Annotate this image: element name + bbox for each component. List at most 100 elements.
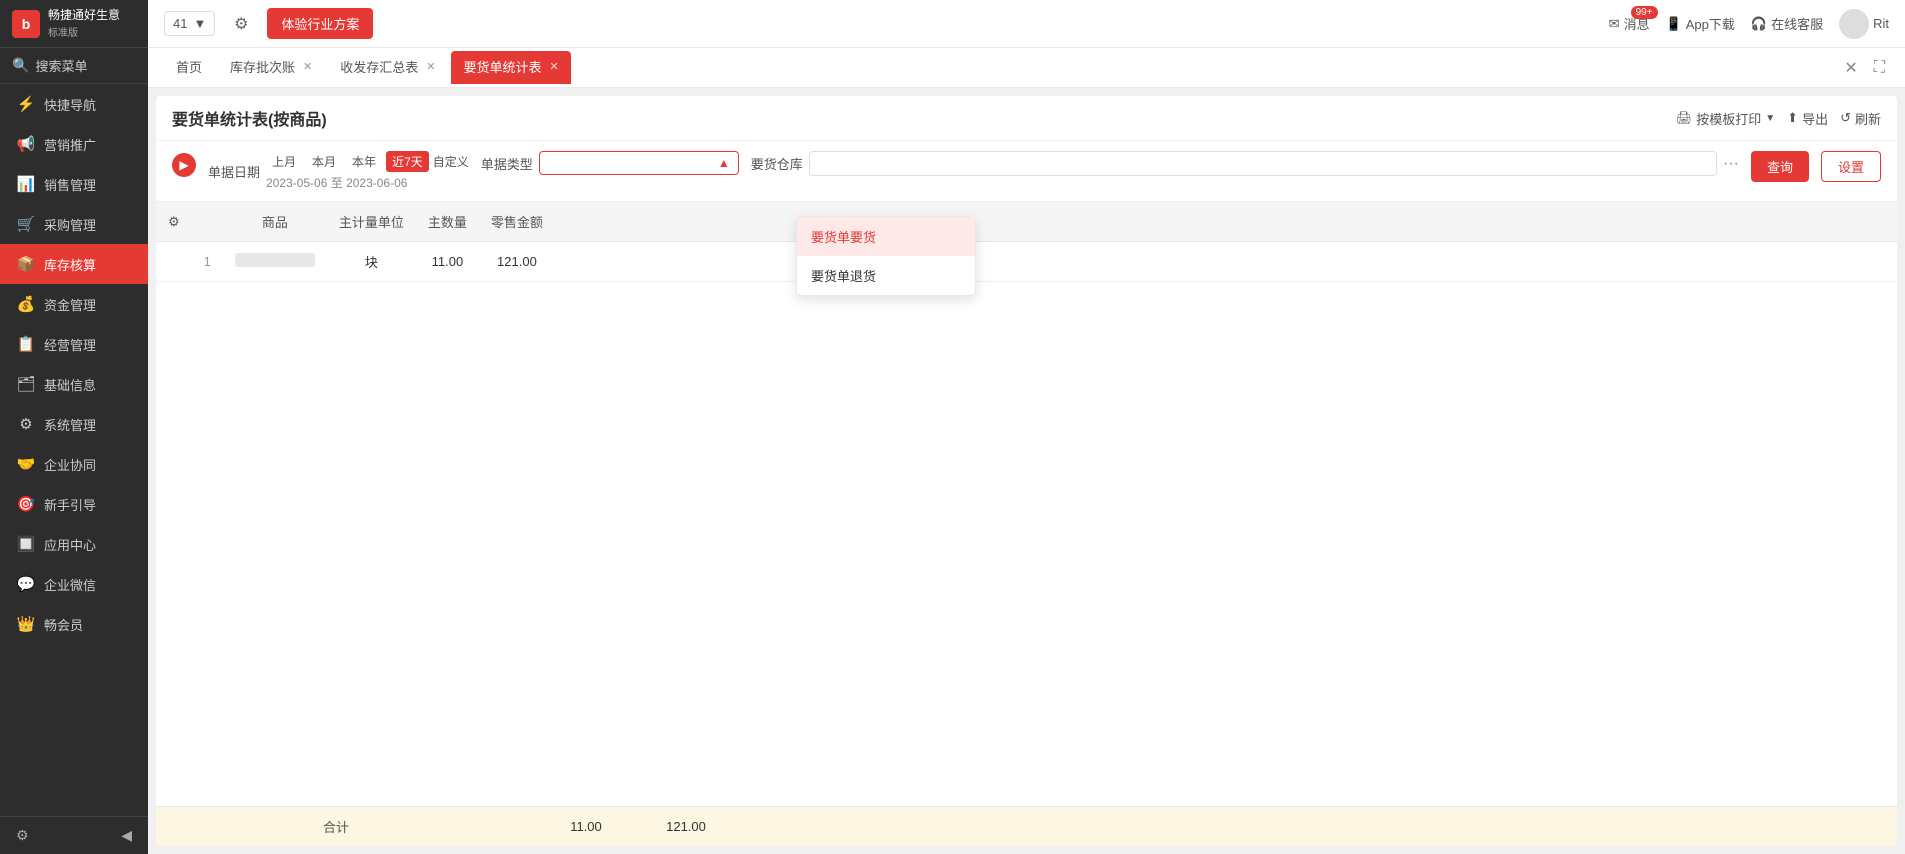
sidebar-item-quick-nav[interactable]: ⚡ 快捷导航 xyxy=(0,84,148,124)
tab-inventory-batch-label: 库存批次账 xyxy=(230,57,295,76)
header-gear-button[interactable]: ⚙ xyxy=(227,10,255,38)
print-button[interactable]: 🖨 按模板打印 ▼ xyxy=(1676,109,1775,128)
last-month-btn[interactable]: 上月 xyxy=(266,151,302,172)
expand-icon: ▶ xyxy=(179,158,188,172)
cell-rownum: 1 xyxy=(192,242,223,282)
collapse-icon[interactable]: ◀ xyxy=(121,827,132,844)
footer-amount: 121.00 xyxy=(636,819,736,834)
top-header: 41 ▼ ⚙ 体验行业方案 ✉ 消息 99+ 📱 App下载 🎧 在线客服 R xyxy=(148,0,1905,48)
sidebar-label: 库存核算 xyxy=(44,255,96,274)
app-download-label: App下载 xyxy=(1686,14,1735,33)
refresh-label: 刷新 xyxy=(1855,109,1881,128)
tab-inventory-batch-close[interactable]: ✕ xyxy=(303,60,312,73)
search-menu[interactable]: 🔍 搜索菜单 xyxy=(0,48,148,84)
col-extra xyxy=(555,202,1897,242)
type-select[interactable]: ▲ xyxy=(539,151,739,175)
refresh-button[interactable]: ↺ 刷新 xyxy=(1840,109,1881,128)
trial-button[interactable]: 体验行业方案 xyxy=(267,8,373,39)
sidebar-label: 采购管理 xyxy=(44,215,96,234)
sidebar-label: 新手引导 xyxy=(44,495,96,514)
date-group: 上月 本月 本年 近7天 自定义 2023-05-06 至 2023-06-06 xyxy=(266,151,469,191)
filter-more-button[interactable]: ··· xyxy=(1723,155,1739,173)
date-filter-label: 单据日期 xyxy=(208,162,260,181)
sidebar-item-marketing[interactable]: 📢 营销推广 xyxy=(0,124,148,164)
tab-order-stats[interactable]: 要货单统计表 ✕ xyxy=(451,51,570,84)
sidebar-item-app-center[interactable]: 🔲 应用中心 xyxy=(0,524,148,564)
user-name: Rit xyxy=(1873,16,1889,31)
avatar xyxy=(1839,9,1869,39)
online-service-button[interactable]: 🎧 在线客服 xyxy=(1751,14,1823,33)
tab-order-stats-close[interactable]: ✕ xyxy=(550,60,559,73)
settings-button[interactable]: 设置 xyxy=(1821,151,1881,182)
table-footer: 合计 11.00 121.00 xyxy=(156,806,1897,846)
page-actions: 🖨 按模板打印 ▼ ⬆ 导出 ↺ 刷新 xyxy=(1676,109,1881,128)
data-table-wrap: ⚙ 商品 主计量单位 主数量 零售金额 1 xyxy=(156,202,1897,806)
export-button[interactable]: ⬆ 导出 xyxy=(1787,109,1828,128)
sidebar-item-purchase[interactable]: 🛒 采购管理 xyxy=(0,204,148,244)
sidebar-item-guide[interactable]: 🎯 新手引导 xyxy=(0,484,148,524)
this-year-btn[interactable]: 本年 xyxy=(346,151,382,172)
tab-maximize-btn[interactable]: ⛶ xyxy=(1870,57,1889,79)
print-chevron-icon: ▼ xyxy=(1765,113,1775,124)
sidebar-label: 资金管理 xyxy=(44,295,96,314)
query-button[interactable]: 查询 xyxy=(1751,151,1809,182)
sidebar-item-finance[interactable]: 💰 资金管理 xyxy=(0,284,148,324)
settings-icon[interactable]: ⚙ xyxy=(16,827,29,844)
col-rownum xyxy=(192,202,223,242)
tab-inventory-batch[interactable]: 库存批次账 ✕ xyxy=(218,51,324,84)
search-menu-label: 搜索菜单 xyxy=(35,56,87,75)
dropdown-item-order-return[interactable]: 要货单退货 xyxy=(797,256,975,295)
sidebar-item-sales[interactable]: 📊 销售管理 xyxy=(0,164,148,204)
sidebar-label: 营销推广 xyxy=(44,135,96,154)
basic-icon: 🗂 xyxy=(16,374,36,394)
cell-extra xyxy=(555,242,1897,282)
refresh-icon: ↺ xyxy=(1840,110,1851,126)
footer-quantity: 11.00 xyxy=(536,819,636,834)
tab-home[interactable]: 首页 xyxy=(164,51,214,84)
this-month-btn[interactable]: 本月 xyxy=(306,151,342,172)
last-7-days-btn[interactable]: 近7天 xyxy=(386,151,429,172)
sidebar-item-member[interactable]: 👑 畅会员 xyxy=(0,604,148,644)
tab-receive-summary-close[interactable]: ✕ xyxy=(426,60,435,73)
col-product: 商品 xyxy=(223,202,327,242)
service-icon: 🎧 xyxy=(1751,16,1767,32)
header-right: ✉ 消息 99+ 📱 App下载 🎧 在线客服 Rit xyxy=(1609,9,1889,39)
sidebar-item-system[interactable]: ⚙ 系统管理 xyxy=(0,404,148,444)
col-unit: 主计量单位 xyxy=(327,202,416,242)
dropdown-item-order-goods[interactable]: 要货单要货 xyxy=(797,217,975,256)
messages-button[interactable]: ✉ 消息 99+ xyxy=(1609,14,1650,33)
app-version: 标准版 xyxy=(48,24,120,39)
tab-receive-summary[interactable]: 收发存汇总表 ✕ xyxy=(328,51,447,84)
warehouse-filter-label: 要货仓库 xyxy=(751,154,803,173)
warehouse-input[interactable] xyxy=(809,151,1717,176)
cell-quantity: 11.00 xyxy=(416,242,479,282)
sidebar-item-cooperation[interactable]: 🤝 企业协同 xyxy=(0,444,148,484)
main-area: 41 ▼ ⚙ 体验行业方案 ✉ 消息 99+ 📱 App下载 🎧 在线客服 R xyxy=(148,0,1905,854)
system-icon: ⚙ xyxy=(16,414,36,434)
store-selector[interactable]: 41 ▼ xyxy=(164,11,215,36)
tab-bar-actions: ✕ ⛶ xyxy=(1840,56,1889,80)
col-settings[interactable]: ⚙ xyxy=(156,202,192,242)
sales-icon: 📊 xyxy=(16,174,36,194)
inventory-icon: 📦 xyxy=(16,254,36,274)
store-dropdown-icon: ▼ xyxy=(193,16,206,31)
tab-close-btn[interactable]: ✕ xyxy=(1840,56,1861,80)
cell-product xyxy=(223,242,327,282)
sidebar-item-basic[interactable]: 🗂 基础信息 xyxy=(0,364,148,404)
sidebar-item-operation[interactable]: 📋 经营管理 xyxy=(0,324,148,364)
user-avatar-area[interactable]: Rit xyxy=(1839,9,1889,39)
tab-receive-summary-label: 收发存汇总表 xyxy=(340,57,418,76)
sidebar-label: 系统管理 xyxy=(44,415,96,434)
app-download-button[interactable]: 📱 App下载 xyxy=(1666,14,1735,33)
date-filter-group: 单据日期 上月 本月 本年 近7天 自定义 2023-05-06 至 2023-… xyxy=(208,151,469,191)
filter-expand-button[interactable]: ▶ xyxy=(172,153,196,177)
product-placeholder xyxy=(235,253,315,267)
sidebar-label: 企业微信 xyxy=(44,575,96,594)
cell-unit: 块 xyxy=(327,242,416,282)
sidebar-item-inventory[interactable]: 📦 库存核算 xyxy=(0,244,148,284)
store-name: 41 xyxy=(173,16,187,31)
sidebar-item-wechat[interactable]: 💬 企业微信 xyxy=(0,564,148,604)
type-dropdown: 要货单要货 要货单退货 xyxy=(796,216,976,296)
custom-date-btn[interactable]: 自定义 xyxy=(433,153,469,170)
table-header-row: ⚙ 商品 主计量单位 主数量 零售金额 xyxy=(156,202,1897,242)
